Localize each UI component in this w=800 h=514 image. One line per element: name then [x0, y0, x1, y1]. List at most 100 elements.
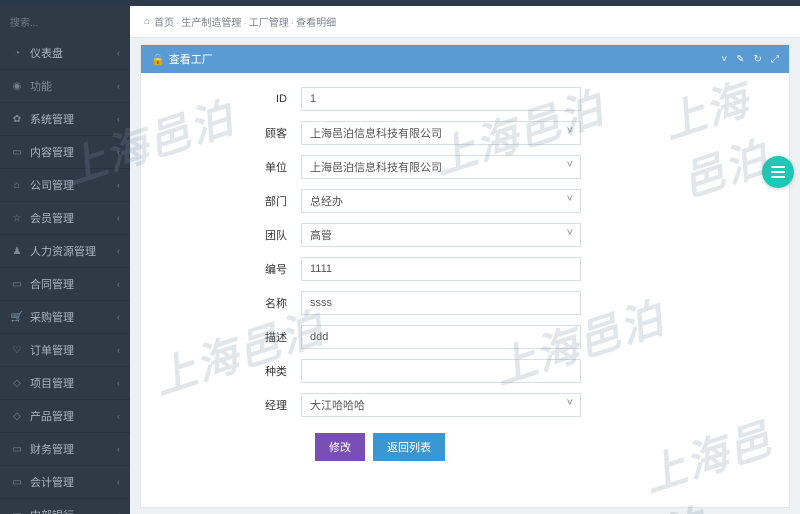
chevron-left-icon: ‹ — [117, 114, 120, 124]
field-input-8[interactable] — [301, 359, 581, 383]
sidebar-item-9[interactable]: ♡订单管理‹ — [0, 334, 130, 367]
breadcrumb-item[interactable]: 生产制造管理 — [181, 18, 241, 29]
sidebar-item-12[interactable]: ▭财务管理‹ — [0, 433, 130, 466]
sidebar-item-0[interactable]: ◔ 仪表盘‹ — [0, 37, 130, 70]
menu-item-label: 内容管理 — [30, 144, 117, 160]
field-label: 顾客 — [161, 125, 301, 141]
menu-item-icon: ▭ — [10, 477, 24, 488]
field-input-5[interactable] — [301, 257, 581, 281]
panel-body: ID顾客单位部门团队编号名称描述种类经理 修改 返回列表 — [141, 73, 789, 507]
field-label: 团队 — [161, 227, 301, 243]
tool-edit-icon[interactable]: ✎ — [736, 54, 744, 65]
field-input-3[interactable] — [301, 189, 581, 213]
menu-item-icon: ▭ — [10, 279, 24, 290]
sidebar-item-11[interactable]: ◇ 产品管理‹ — [0, 400, 130, 433]
menu-item-icon: ◇ — [10, 411, 24, 422]
field-label: ID — [161, 93, 301, 105]
menu-item-icon: ☆ — [10, 213, 24, 224]
back-button[interactable]: 返回列表 — [373, 433, 445, 461]
breadcrumb-sep: · — [289, 18, 296, 29]
menu-item-label: 系统管理 — [30, 111, 117, 127]
sidebar-item-3[interactable]: ▭ 内容管理‹ — [0, 136, 130, 169]
sidebar-item-4[interactable]: ⌂ 公司管理‹ — [0, 169, 130, 202]
tool-refresh-icon[interactable]: ↻ — [754, 54, 762, 65]
menu-item-label: 功能 — [30, 78, 117, 94]
breadcrumb-sep: · — [241, 18, 248, 29]
menu-item-label: 订单管理 — [30, 342, 117, 358]
field-input-9[interactable] — [301, 393, 581, 417]
tool-chevdown-icon[interactable]: ˅ — [721, 54, 727, 65]
menu-item-label: 人力资源管理 — [30, 243, 117, 259]
chevron-left-icon: ‹ — [117, 213, 120, 223]
menu-item-icon: ⌂ — [10, 180, 24, 191]
sidebar-item-7[interactable]: ▭合同管理‹ — [0, 268, 130, 301]
sidebar-item-10[interactable]: ◇项目管理‹ — [0, 367, 130, 400]
form-row-7: 描述 — [161, 325, 769, 349]
field-label: 编号 — [161, 261, 301, 277]
menu-item-label: 合同管理 — [30, 276, 117, 292]
sidebar-item-14[interactable]: ▭内部银行‹ — [0, 499, 130, 514]
menu-item-label: 财务管理 — [30, 441, 117, 457]
chevron-left-icon: ‹ — [117, 510, 120, 514]
form-row-8: 种类 — [161, 359, 769, 383]
menu-item-label: 产品管理 — [30, 408, 117, 424]
sidebar-item-1[interactable]: ◉ 功能‹ — [0, 70, 130, 103]
field-input-4[interactable] — [301, 223, 581, 247]
sidebar-item-8[interactable]: 🛒采购管理‹ — [0, 301, 130, 334]
field-input-0[interactable] — [301, 87, 581, 111]
breadcrumb-item[interactable]: 首页 — [154, 18, 174, 29]
home-icon[interactable]: ⌂ — [144, 16, 150, 27]
panel-title: 查看工厂 — [169, 51, 213, 67]
chevron-left-icon: ‹ — [117, 147, 120, 157]
menu-item-label: 公司管理 — [30, 177, 117, 193]
sidebar-item-13[interactable]: ▭ 会计管理‹ — [0, 466, 130, 499]
breadcrumb-item[interactable]: 工厂管理 — [249, 18, 289, 29]
menu-item-icon: ◔ — [10, 48, 24, 59]
field-label: 种类 — [161, 363, 301, 379]
chevron-left-icon: ‹ — [117, 246, 120, 256]
main-area: ⌂ 首页·生产制造管理·工厂管理·查看明细 🔒 查看工厂 ˅ ✎ ↻ ⤢ ID顾… — [130, 6, 800, 514]
form-row-1: 顾客 — [161, 121, 769, 145]
chevron-left-icon: ‹ — [117, 477, 120, 487]
chevron-left-icon: ‹ — [117, 180, 120, 190]
form-row-0: ID — [161, 87, 769, 111]
menu-item-label: 会计管理 — [30, 474, 117, 490]
field-label: 名称 — [161, 295, 301, 311]
sidebar: 搜索... ◔仪表盘‹◉功能‹✿系统管理‹▭内容管理‹⌂公司管理‹☆会员管理‹♟… — [0, 6, 130, 514]
menu-item-icon: ◉ — [10, 81, 24, 92]
form-row-4: 团队 — [161, 223, 769, 247]
chevron-left-icon: ‹ — [117, 378, 120, 388]
edit-button[interactable]: 修改 — [315, 433, 365, 461]
form-row-9: 经理 — [161, 393, 769, 417]
sidebar-menu: ◔仪表盘‹◉功能‹✿系统管理‹▭内容管理‹⌂公司管理‹☆会员管理‹♟人力资源管理… — [0, 37, 130, 514]
sidebar-item-5[interactable]: ☆会员管理‹ — [0, 202, 130, 235]
fab-menu-icon[interactable] — [762, 156, 794, 188]
breadcrumb-item[interactable]: 查看明细 — [296, 18, 336, 29]
menu-item-icon: ▭ — [10, 147, 24, 158]
menu-item-label: 采购管理 — [30, 309, 117, 325]
field-input-6[interactable] — [301, 291, 581, 315]
panel: 🔒 查看工厂 ˅ ✎ ↻ ⤢ ID顾客单位部门团队编号名称描述种类经理 修改 返… — [140, 44, 790, 508]
sidebar-search[interactable]: 搜索... — [0, 6, 130, 37]
chevron-left-icon: ‹ — [117, 345, 120, 355]
chevron-left-icon: ‹ — [117, 411, 120, 421]
breadcrumb: ⌂ 首页·生产制造管理·工厂管理·查看明细 — [130, 6, 800, 38]
field-label: 经理 — [161, 397, 301, 413]
field-input-1[interactable] — [301, 121, 581, 145]
form-row-3: 部门 — [161, 189, 769, 213]
chevron-left-icon: ‹ — [117, 48, 120, 58]
tool-expand-icon[interactable]: ⤢ — [771, 54, 779, 65]
menu-item-icon: ▭ — [10, 444, 24, 455]
menu-item-icon: ♟ — [10, 246, 24, 257]
sidebar-item-2[interactable]: ✿系统管理‹ — [0, 103, 130, 136]
field-label: 部门 — [161, 193, 301, 209]
menu-item-label: 仪表盘 — [30, 45, 117, 61]
chevron-left-icon: ‹ — [117, 81, 120, 91]
menu-item-icon: ◇ — [10, 378, 24, 389]
field-input-2[interactable] — [301, 155, 581, 179]
sidebar-item-6[interactable]: ♟ 人力资源管理‹ — [0, 235, 130, 268]
menu-item-label: 内部银行 — [30, 507, 117, 514]
panel-header: 🔒 查看工厂 ˅ ✎ ↻ ⤢ — [141, 45, 789, 73]
field-input-7[interactable] — [301, 325, 581, 349]
lock-icon: 🔒 — [151, 53, 165, 66]
